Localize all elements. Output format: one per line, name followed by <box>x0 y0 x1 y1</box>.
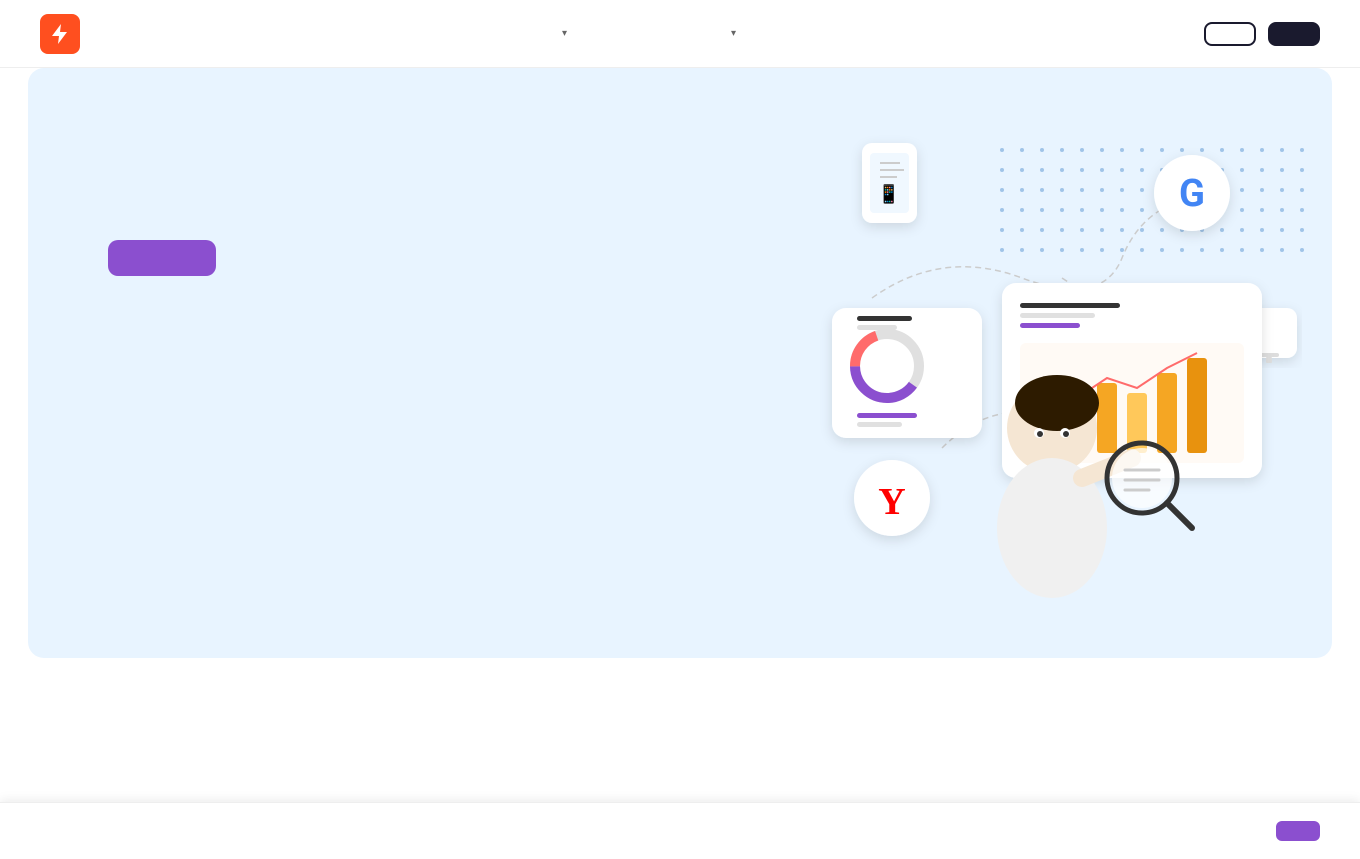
chevron-down-icon: ▾ <box>562 28 567 39</box>
dot-grid-decoration: const dotGrid = document.querySelector('… <box>1000 148 1312 260</box>
logo[interactable] <box>40 14 90 54</box>
nav-links: ▾ ▾ <box>542 20 752 47</box>
chevron-down-icon-2: ▾ <box>731 28 736 39</box>
hero-content <box>108 128 728 276</box>
cookie-banner <box>0 802 1360 859</box>
signup-button[interactable] <box>1268 22 1320 46</box>
nav-resources[interactable]: ▾ <box>711 20 752 47</box>
login-button[interactable] <box>1204 22 1256 46</box>
nav-tools[interactable]: ▾ <box>542 20 583 47</box>
bolt-icon <box>48 22 72 46</box>
logo-icon <box>40 14 80 54</box>
svg-text:⚡: ⚡ <box>1254 318 1284 346</box>
nav-prices[interactable] <box>631 26 663 42</box>
svg-text:Y: Y <box>878 481 905 523</box>
svg-text:📱: 📱 <box>878 183 900 205</box>
nav-faq[interactable] <box>591 26 623 42</box>
try-free-button[interactable] <box>108 240 216 276</box>
accept-cookies-button[interactable] <box>1276 821 1320 841</box>
nav-actions <box>1204 22 1320 46</box>
trusted-section <box>0 658 1360 788</box>
hero-section: const dotGrid = document.querySelector('… <box>28 68 1332 658</box>
nav-about[interactable] <box>671 26 703 42</box>
navbar: ▾ ▾ <box>0 0 1360 68</box>
hero-title <box>108 128 728 192</box>
